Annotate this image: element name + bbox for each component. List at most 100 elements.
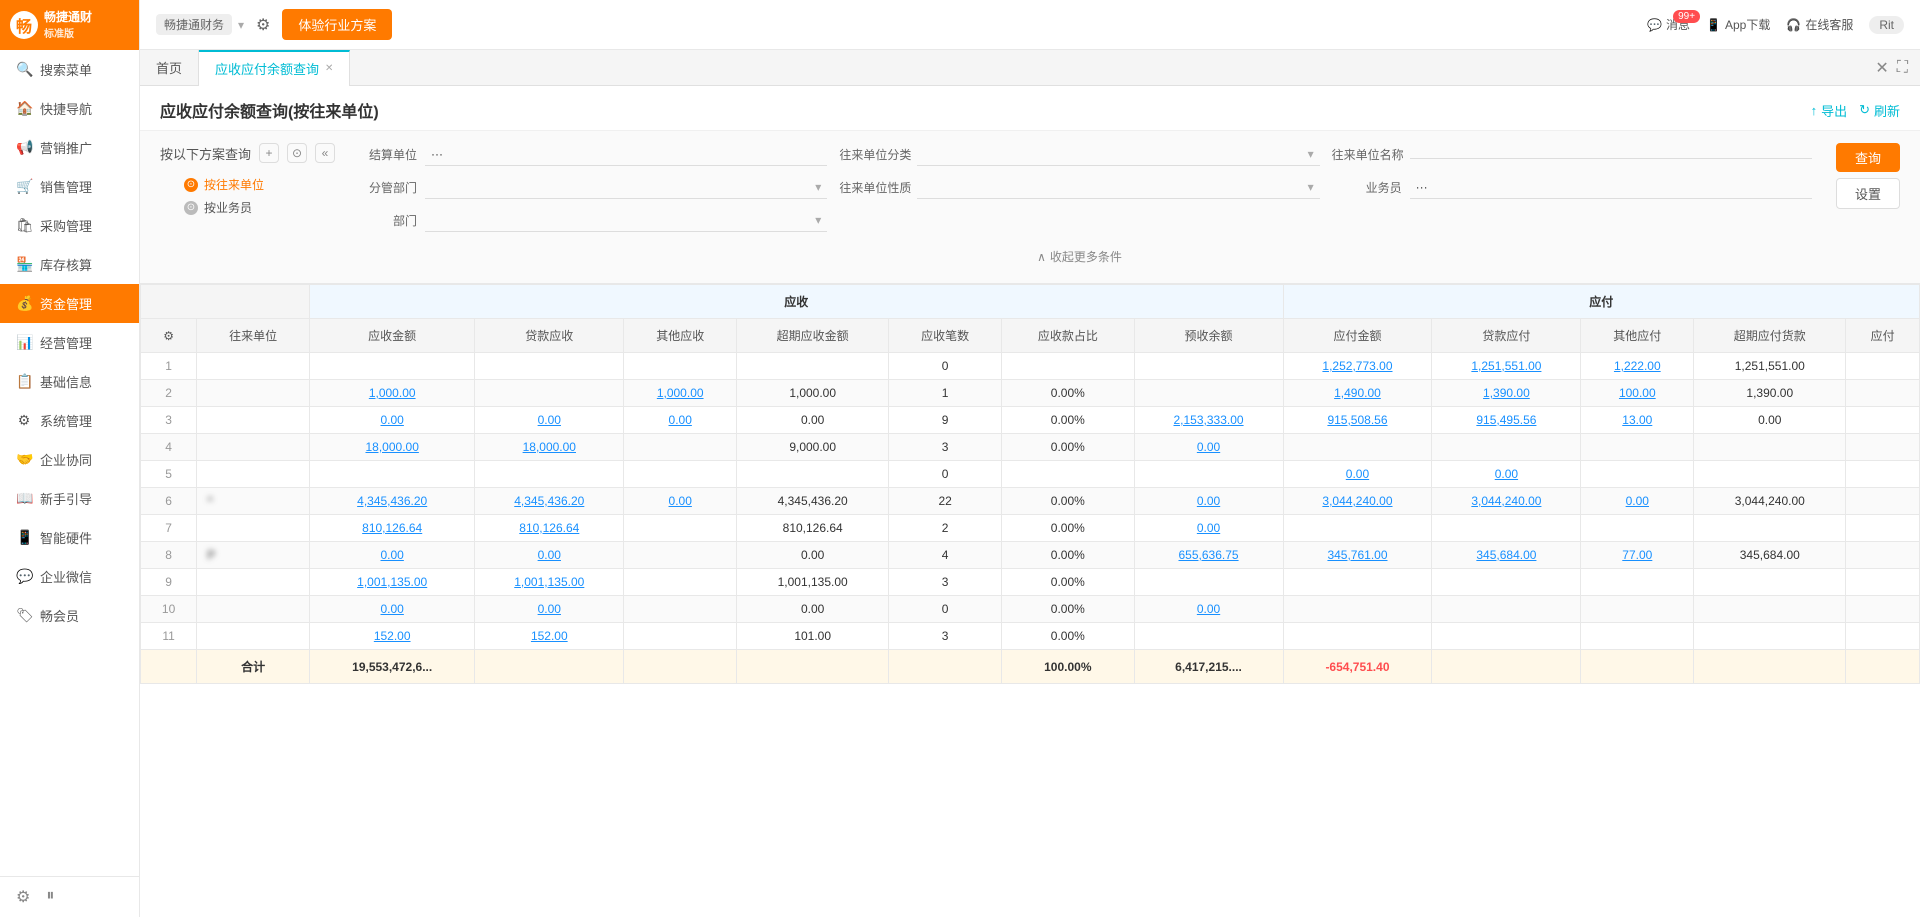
table-cell[interactable]: 1,251,551.00 [1432,353,1581,380]
sidebar-item-marketing[interactable]: 📢 营销推广 [0,128,139,167]
table-cell[interactable] [624,515,737,542]
sidebar-item-finance[interactable]: 💰 资金管理 [0,284,139,323]
export-button[interactable]: ↑ 导出 [1811,101,1848,120]
sidebar-item-hardware[interactable]: 📱 智能硬件 [0,518,139,557]
table-cell[interactable] [1432,515,1581,542]
sidebar-item-system[interactable]: ⚙ 系统管理 [0,401,139,440]
message-button[interactable]: 💬 消息 99+ [1647,16,1690,33]
table-cell[interactable]: 915,508.56 [1283,407,1432,434]
table-cell[interactable] [624,353,737,380]
table-cell[interactable] [1283,623,1432,650]
table-cell[interactable] [1283,569,1432,596]
table-cell[interactable] [1134,623,1283,650]
table-cell[interactable]: 655,636.75 [1134,542,1283,569]
table-cell[interactable] [1432,596,1581,623]
table-cell[interactable] [310,353,475,380]
table-cell[interactable] [624,569,737,596]
partner-name-input[interactable] [1410,150,1812,159]
close-window-icon[interactable]: ✕ [1875,58,1888,78]
footer-ar-total[interactable]: 19,553,472,6... [310,650,475,684]
table-cell[interactable]: 18,000.00 [475,434,624,461]
sidebar-item-quicknav[interactable]: 🏠 快捷导航 [0,89,139,128]
table-cell[interactable]: 0.00 [624,488,737,515]
table-cell[interactable] [475,380,624,407]
table-cell[interactable] [1134,569,1283,596]
sidebar-item-operation[interactable]: 📊 经营管理 [0,323,139,362]
tab-close-icon[interactable]: ✕ [325,63,333,74]
table-cell[interactable] [1134,461,1283,488]
table-cell[interactable] [1134,353,1283,380]
refresh-button[interactable]: ↻ 刷新 [1859,101,1900,120]
table-cell[interactable]: 0.00 [475,596,624,623]
collapse-icon[interactable]: ⏸ [46,887,54,907]
table-cell[interactable] [1581,515,1694,542]
table-cell[interactable]: 345,761.00 [1283,542,1432,569]
table-cell[interactable] [1581,623,1694,650]
table-cell[interactable] [1581,434,1694,461]
table-cell[interactable] [1581,461,1694,488]
filter-add-button[interactable]: + [259,143,279,163]
partner-category-input[interactable]: ▾ [917,143,1319,166]
table-cell[interactable]: 0.00 [475,407,624,434]
table-cell[interactable] [624,434,737,461]
fullscreen-icon[interactable]: ⛶ [1897,59,1908,77]
query-button[interactable]: 查询 [1836,143,1900,172]
sidebar-item-wechat[interactable]: 💬 企业微信 [0,557,139,596]
table-cell[interactable] [310,461,475,488]
salesman-input[interactable]: ··· [1410,176,1812,199]
table-cell[interactable]: 0.00 [310,542,475,569]
sidebar-item-corp[interactable]: 🤝 企业协同 [0,440,139,479]
table-cell[interactable]: 0.00 [1134,515,1283,542]
collapse-button[interactable]: ∧ 收起更多条件 [347,242,1812,271]
table-cell[interactable] [1432,569,1581,596]
table-cell[interactable]: 152.00 [310,623,475,650]
solution-button[interactable]: 体验行业方案 [282,9,392,40]
table-cell[interactable]: 1,001,135.00 [310,569,475,596]
table-cell[interactable]: 1,000.00 [310,380,475,407]
table-cell[interactable]: 810,126.64 [475,515,624,542]
scheme-item-partner[interactable]: ⊙ 按往来单位 [168,173,335,196]
table-cell[interactable]: 0.00 [310,596,475,623]
table-cell[interactable]: 1,252,773.00 [1283,353,1432,380]
table-cell[interactable] [1581,569,1694,596]
table-cell[interactable]: 0.00 [1581,488,1694,515]
table-cell[interactable]: 345,684.00 [1432,542,1581,569]
table-cell[interactable]: 13.00 [1581,407,1694,434]
table-cell[interactable]: 810,126.64 [310,515,475,542]
filter-settings-button[interactable]: ⊙ [287,143,307,163]
sidebar-item-search[interactable]: 🔍 搜索菜单 [0,50,139,89]
table-cell[interactable]: 18,000.00 [310,434,475,461]
table-cell[interactable] [475,461,624,488]
table-cell[interactable]: 0.00 [1432,461,1581,488]
settings-icon[interactable]: ⚙ [16,887,30,907]
table-cell[interactable] [624,596,737,623]
service-button[interactable]: 🎧 在线客服 [1786,16,1853,33]
dept-input[interactable]: ▾ [425,209,827,232]
table-cell[interactable]: 1,490.00 [1283,380,1432,407]
table-cell[interactable]: 4,345,436.20 [475,488,624,515]
table-cell[interactable] [624,542,737,569]
table-cell[interactable]: 152.00 [475,623,624,650]
table-cell[interactable]: 0.00 [624,407,737,434]
table-cell[interactable]: 3,044,240.00 [1283,488,1432,515]
table-cell[interactable]: 2,153,333.00 [1134,407,1283,434]
table-cell[interactable]: 0.00 [1283,461,1432,488]
filter-collapse-button[interactable]: « [315,143,335,163]
table-cell[interactable] [1283,515,1432,542]
sidebar-item-purchase[interactable]: 🛍 采购管理 [0,206,139,245]
partner-nature-input[interactable]: ▾ [917,176,1319,199]
table-cell[interactable]: 0.00 [1134,488,1283,515]
sidebar-item-guide[interactable]: 📖 新手引导 [0,479,139,518]
table-cell[interactable]: 1,222.00 [1581,353,1694,380]
tab-arquery[interactable]: 应收应付余额查询 ✕ [199,50,350,86]
sidebar-item-basic[interactable]: 📋 基础信息 [0,362,139,401]
sidebar-item-member[interactable]: 🏷 畅会员 [0,596,139,635]
table-cell[interactable]: 915,495.56 [1432,407,1581,434]
table-cell[interactable]: 1,390.00 [1432,380,1581,407]
sidebar-item-sales[interactable]: 🛒 销售管理 [0,167,139,206]
table-cell[interactable] [1432,434,1581,461]
gear-icon[interactable]: ⚙ [256,15,270,35]
table-cell[interactable]: 100.00 [1581,380,1694,407]
table-cell[interactable]: 77.00 [1581,542,1694,569]
table-cell[interactable] [624,623,737,650]
